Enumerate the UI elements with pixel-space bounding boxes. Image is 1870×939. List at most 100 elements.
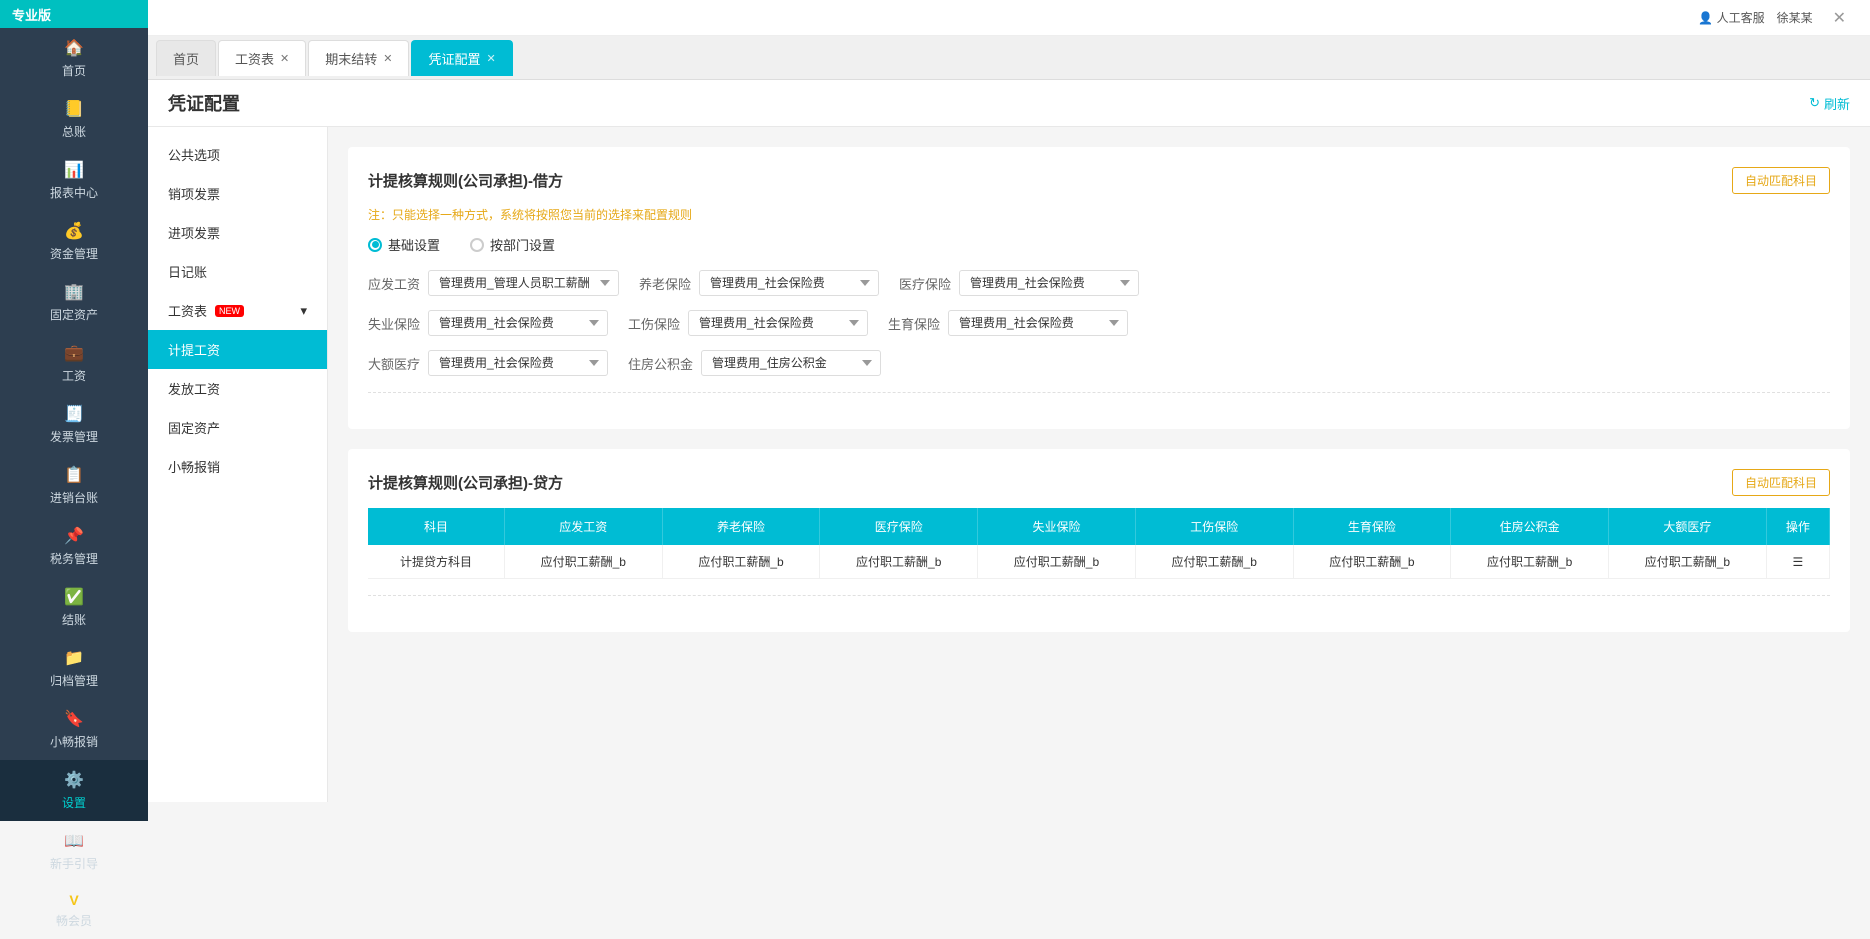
refresh-label: 刷新	[1824, 94, 1850, 113]
col-unemployment: 失业保险	[978, 508, 1136, 545]
maternity-select[interactable]: 管理费用_社会保险费	[948, 310, 1128, 336]
injury-select[interactable]: 管理费用_社会保险费	[688, 310, 868, 336]
topbar: 👤 人工客服 徐某某 ✕	[148, 0, 1870, 36]
sidebar-item-label: 设置	[62, 794, 86, 811]
cell-extra-medical: 应付职工薪酬_b	[1609, 545, 1767, 579]
col-housing: 住房公积金	[1451, 508, 1609, 545]
credit-auto-match-button[interactable]: 自动匹配科目	[1732, 469, 1830, 496]
sidebar-item-settlement[interactable]: ✅ 结账	[0, 577, 148, 638]
debit-auto-match-button[interactable]: 自动匹配科目	[1732, 167, 1830, 194]
main-content: 计提核算规则(公司承担)-借方 自动匹配科目 注：只能选择一种方式，系统将按照您…	[328, 127, 1870, 802]
housing-select[interactable]: 管理费用_住房公积金	[701, 350, 881, 376]
debit-note: 注：只能选择一种方式，系统将按照您当前的选择来配置规则	[368, 206, 1830, 223]
injury-label: 工伤保险	[628, 314, 680, 333]
page-title: 凭证配置	[168, 90, 240, 116]
radio-dept[interactable]: 按部门设置	[470, 235, 555, 254]
cell-unemployment: 应付职工薪酬_b	[978, 545, 1136, 579]
radio-basic-circle	[368, 238, 382, 252]
sidebar-item-label: 畅会员	[56, 912, 92, 929]
sidebar: 专业版 🏠 首页 📒 总账 📊 报表中心 💰 资金管理 🏢 固定资产 💼 工资 …	[0, 0, 148, 802]
tab-voucher-config-close[interactable]: ✕	[487, 52, 496, 65]
user-info: 👤 人工客服	[1698, 9, 1764, 26]
sidebar-item-label: 报表中心	[50, 184, 98, 201]
field-maternity: 生育保险 管理费用_社会保险费	[888, 310, 1128, 336]
housing-label: 住房公积金	[628, 354, 693, 373]
sidebar-item-tax[interactable]: 📌 税务管理	[0, 516, 148, 577]
tab-payroll-close[interactable]: ✕	[280, 52, 289, 65]
medical-select[interactable]: 管理费用_社会保险费	[959, 270, 1139, 296]
invoice-icon: 🧾	[64, 404, 84, 424]
sidebar-item-xiaochang-expense[interactable]: 🔖 小畅报销	[0, 699, 148, 760]
pension-select[interactable]: 管理费用_社会保险费	[699, 270, 879, 296]
credit-table: 科目 应发工资 养老保险 医疗保险 失业保险 工伤保险 生育保险 住房公积金 大…	[368, 508, 1830, 579]
content-area: 公共选项 销项发票 进项发票 日记账 工资表 NEW ▾ 计提工资	[148, 127, 1870, 802]
left-nav-item-payroll-issue[interactable]: 发放工资	[148, 369, 327, 408]
sidebar-item-label: 进销台账	[50, 489, 98, 506]
col-injury: 工伤保险	[1135, 508, 1293, 545]
sidebar-item-fixed-assets[interactable]: 🏢 固定资产	[0, 272, 148, 333]
tab-home[interactable]: 首页	[156, 40, 216, 76]
sidebar-item-label: 结账	[62, 611, 86, 628]
cell-pension: 应付职工薪酬_b	[662, 545, 820, 579]
unemployment-label: 失业保险	[368, 314, 420, 333]
sidebar-item-salary[interactable]: 💼 工资	[0, 333, 148, 394]
close-window-icon[interactable]: ✕	[1825, 4, 1854, 32]
sidebar-item-purchase-sales[interactable]: 📋 进销台账	[0, 455, 148, 516]
unemployment-select[interactable]: 管理费用_社会保险费	[428, 310, 608, 336]
col-maternity: 生育保险	[1293, 508, 1451, 545]
sidebar-item-fund[interactable]: 💰 资金管理	[0, 211, 148, 272]
tab-period-close-label: 期末结转	[325, 49, 377, 68]
tab-payroll[interactable]: 工资表 ✕	[218, 40, 306, 76]
left-nav-item-journal[interactable]: 日记账	[148, 252, 327, 291]
home-icon: 🏠	[64, 38, 84, 58]
debit-form-row-2: 失业保险 管理费用_社会保险费 工伤保险 管理费用_社会保险费 生育保险	[368, 310, 1830, 336]
left-nav-item-sales-invoice[interactable]: 销项发票	[148, 174, 327, 213]
credit-section: 计提核算规则(公司承担)-贷方 自动匹配科目 科目 应发工资 养老保险 医疗保险…	[348, 449, 1850, 632]
sidebar-item-guide[interactable]: 📖 新手引导	[0, 821, 148, 882]
debit-form-row-1: 应发工资 管理费用_管理人员职工薪酬 养老保险 管理费用_社会保险费 医疗保险	[368, 270, 1830, 296]
left-nav-item-payroll-table[interactable]: 工资表 NEW ▾	[148, 291, 327, 330]
cell-housing: 应付职工薪酬_b	[1451, 545, 1609, 579]
radio-dept-circle	[470, 238, 484, 252]
sidebar-item-member[interactable]: V 畅会员	[0, 882, 148, 939]
extra-medical-select[interactable]: 管理费用_社会保险费	[428, 350, 608, 376]
action-icon[interactable]: ☰	[1793, 555, 1804, 569]
tab-home-label: 首页	[173, 49, 199, 68]
expand-icon: ▾	[300, 303, 307, 319]
left-nav-item-purchase-invoice[interactable]: 进项发票	[148, 213, 327, 252]
cell-action[interactable]: ☰	[1766, 545, 1829, 579]
tab-payroll-label: 工资表	[235, 49, 274, 68]
section-divider	[368, 392, 1830, 393]
sidebar-item-home[interactable]: 🏠 首页	[0, 28, 148, 89]
sidebar-item-label: 资金管理	[50, 245, 98, 262]
tab-period-close[interactable]: 期末结转 ✕	[308, 40, 409, 76]
field-salary: 应发工资 管理费用_管理人员职工薪酬	[368, 270, 619, 296]
tab-voucher-config[interactable]: 凭证配置 ✕	[411, 40, 512, 76]
left-nav-item-fixed-assets[interactable]: 固定资产	[148, 408, 327, 447]
sidebar-item-general-ledger[interactable]: 📒 总账	[0, 89, 148, 150]
table-row: 计提贷方科目 应付职工薪酬_b 应付职工薪酬_b 应付职工薪酬_b 应付职工薪酬…	[368, 545, 1830, 579]
new-badge: NEW	[215, 305, 244, 317]
sidebar-item-archive[interactable]: 📁 归档管理	[0, 638, 148, 699]
sidebar-item-label: 小畅报销	[50, 733, 98, 750]
sidebar-item-report-center[interactable]: 📊 报表中心	[0, 150, 148, 211]
left-nav-item-payroll-calc[interactable]: 计提工资	[148, 330, 327, 369]
left-nav-item-xiaochang-expense[interactable]: 小畅报销	[148, 447, 327, 486]
sidebar-item-invoice[interactable]: 🧾 发票管理	[0, 394, 148, 455]
salary-select[interactable]: 管理费用_管理人员职工薪酬	[428, 270, 619, 296]
refresh-button[interactable]: ↻ 刷新	[1809, 94, 1850, 113]
col-salary: 应发工资	[504, 508, 662, 545]
main-area: 👤 人工客服 徐某某 ✕ 首页 工资表 ✕ 期末结转 ✕ 凭证配置 ✕ 凭证配置…	[148, 0, 1870, 802]
radio-basic[interactable]: 基础设置	[368, 235, 440, 254]
tab-period-close-close[interactable]: ✕	[383, 52, 392, 65]
salary-icon: 💼	[64, 343, 84, 363]
left-nav-item-public[interactable]: 公共选项	[148, 135, 327, 174]
radio-dept-label: 按部门设置	[490, 235, 555, 254]
left-nav: 公共选项 销项发票 进项发票 日记账 工资表 NEW ▾ 计提工资	[148, 127, 328, 802]
sidebar-item-settings[interactable]: ⚙️ 设置	[0, 760, 148, 821]
sidebar-item-label: 税务管理	[50, 550, 98, 567]
settlement-icon: ✅	[64, 587, 84, 607]
maternity-label: 生育保险	[888, 314, 940, 333]
field-pension: 养老保险 管理费用_社会保险费	[639, 270, 879, 296]
col-action: 操作	[1766, 508, 1829, 545]
